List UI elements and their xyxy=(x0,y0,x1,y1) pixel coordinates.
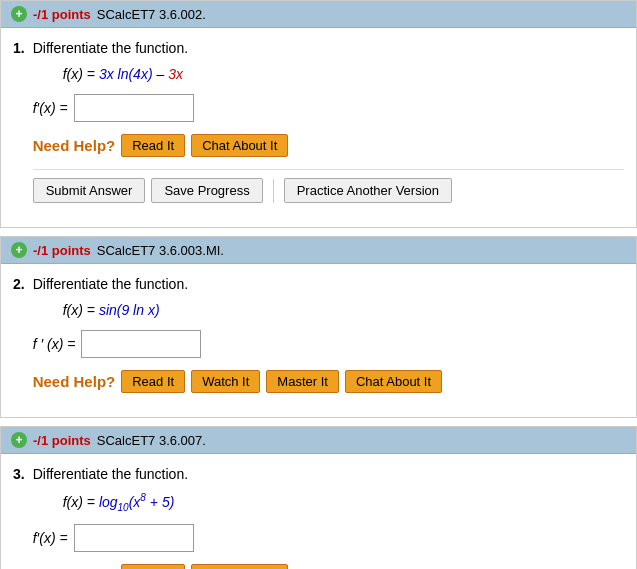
answer-label-1: f′(x) = xyxy=(33,100,68,116)
question-content-2: Differentiate the function. f(x) = sin(9… xyxy=(33,264,636,417)
answer-row-1: f′(x) = xyxy=(33,94,624,122)
divider-1 xyxy=(273,179,274,203)
action-row-1: Submit Answer Save Progress Practice Ano… xyxy=(33,169,624,215)
question-wrapper-1: 1. Differentiate the function. f(x) = 3x… xyxy=(1,28,636,227)
need-help-row-2: Need Help? Read It Watch It Master It Ch… xyxy=(33,370,624,393)
read-it-button-2[interactable]: Read It xyxy=(121,370,185,393)
question-wrapper-2: 2. Differentiate the function. f(x) = si… xyxy=(1,264,636,417)
need-help-row-1: Need Help? Read It Chat About It xyxy=(33,134,624,157)
expand-icon-3[interactable]: + xyxy=(11,432,27,448)
answer-input-3[interactable] xyxy=(74,524,194,552)
question-number-1: 1. xyxy=(1,28,33,227)
function-display-2: f(x) = sin(9 ln x) xyxy=(63,302,624,318)
function-part-3a: log10(x8 + 5) xyxy=(99,494,174,510)
question-block-2: + -/1 points SCalcET7 3.6.003.MI. 2. Dif… xyxy=(0,236,637,418)
function-part-2a: sin(9 ln x) xyxy=(99,302,160,318)
function-part-1a: 3x ln(4x) xyxy=(99,66,153,82)
chat-about-it-button-1[interactable]: Chat About It xyxy=(191,134,288,157)
question-header-3: + -/1 points SCalcET7 3.6.007. xyxy=(1,427,636,454)
answer-row-2: f ′ (x) = xyxy=(33,330,624,358)
need-help-label-2: Need Help? xyxy=(33,373,116,390)
read-it-button-1[interactable]: Read It xyxy=(121,134,185,157)
answer-input-2[interactable] xyxy=(81,330,201,358)
function-display-1: f(x) = 3x ln(4x) – 3x xyxy=(63,66,624,82)
chat-about-it-button-2[interactable]: Chat About It xyxy=(345,370,442,393)
function-label-1: f(x) = xyxy=(63,66,99,82)
expand-icon-2[interactable]: + xyxy=(11,242,27,258)
question-header-1: + -/1 points SCalcET7 3.6.002. xyxy=(1,1,636,28)
function-op-1: – xyxy=(156,66,168,82)
answer-row-3: f′(x) = xyxy=(33,524,624,552)
question-code-2: SCalcET7 3.6.003.MI. xyxy=(97,243,224,258)
instruction-2: Differentiate the function. xyxy=(33,276,624,292)
points-3: -/1 points xyxy=(33,433,91,448)
master-it-button-2[interactable]: Master It xyxy=(266,370,339,393)
points-2: -/1 points xyxy=(33,243,91,258)
instruction-1: Differentiate the function. xyxy=(33,40,624,56)
question-number-3: 3. xyxy=(1,454,33,569)
function-label-3: f(x) = xyxy=(63,494,99,510)
points-1: -/1 points xyxy=(33,7,91,22)
answer-label-2: f ′ (x) = xyxy=(33,336,76,352)
question-block-3: + -/1 points SCalcET7 3.6.007. 3. Differ… xyxy=(0,426,637,569)
question-block-1: + -/1 points SCalcET7 3.6.002. 1. Differ… xyxy=(0,0,637,228)
need-help-label-1: Need Help? xyxy=(33,137,116,154)
answer-label-3: f′(x) = xyxy=(33,530,68,546)
question-wrapper-3: 3. Differentiate the function. f(x) = lo… xyxy=(1,454,636,569)
question-header-2: + -/1 points SCalcET7 3.6.003.MI. xyxy=(1,237,636,264)
function-label-2: f(x) = xyxy=(63,302,99,318)
read-it-button-3[interactable]: Read It xyxy=(121,564,185,569)
expand-icon-1[interactable]: + xyxy=(11,6,27,22)
practice-another-button-1[interactable]: Practice Another Version xyxy=(284,178,452,203)
function-display-3: f(x) = log10(x8 + 5) xyxy=(63,492,624,512)
watch-it-button-2[interactable]: Watch It xyxy=(191,370,260,393)
question-code-3: SCalcET7 3.6.007. xyxy=(97,433,206,448)
question-content-1: Differentiate the function. f(x) = 3x ln… xyxy=(33,28,636,227)
need-help-row-3: Need Help? Read It Chat About It xyxy=(33,564,624,569)
question-code-1: SCalcET7 3.6.002. xyxy=(97,7,206,22)
submit-answer-button-1[interactable]: Submit Answer xyxy=(33,178,146,203)
function-part-1b: 3x xyxy=(168,66,183,82)
save-progress-button-1[interactable]: Save Progress xyxy=(151,178,262,203)
question-number-2: 2. xyxy=(1,264,33,417)
chat-about-it-button-3[interactable]: Chat About It xyxy=(191,564,288,569)
answer-input-1[interactable] xyxy=(74,94,194,122)
question-content-3: Differentiate the function. f(x) = log10… xyxy=(33,454,636,569)
instruction-3: Differentiate the function. xyxy=(33,466,624,482)
